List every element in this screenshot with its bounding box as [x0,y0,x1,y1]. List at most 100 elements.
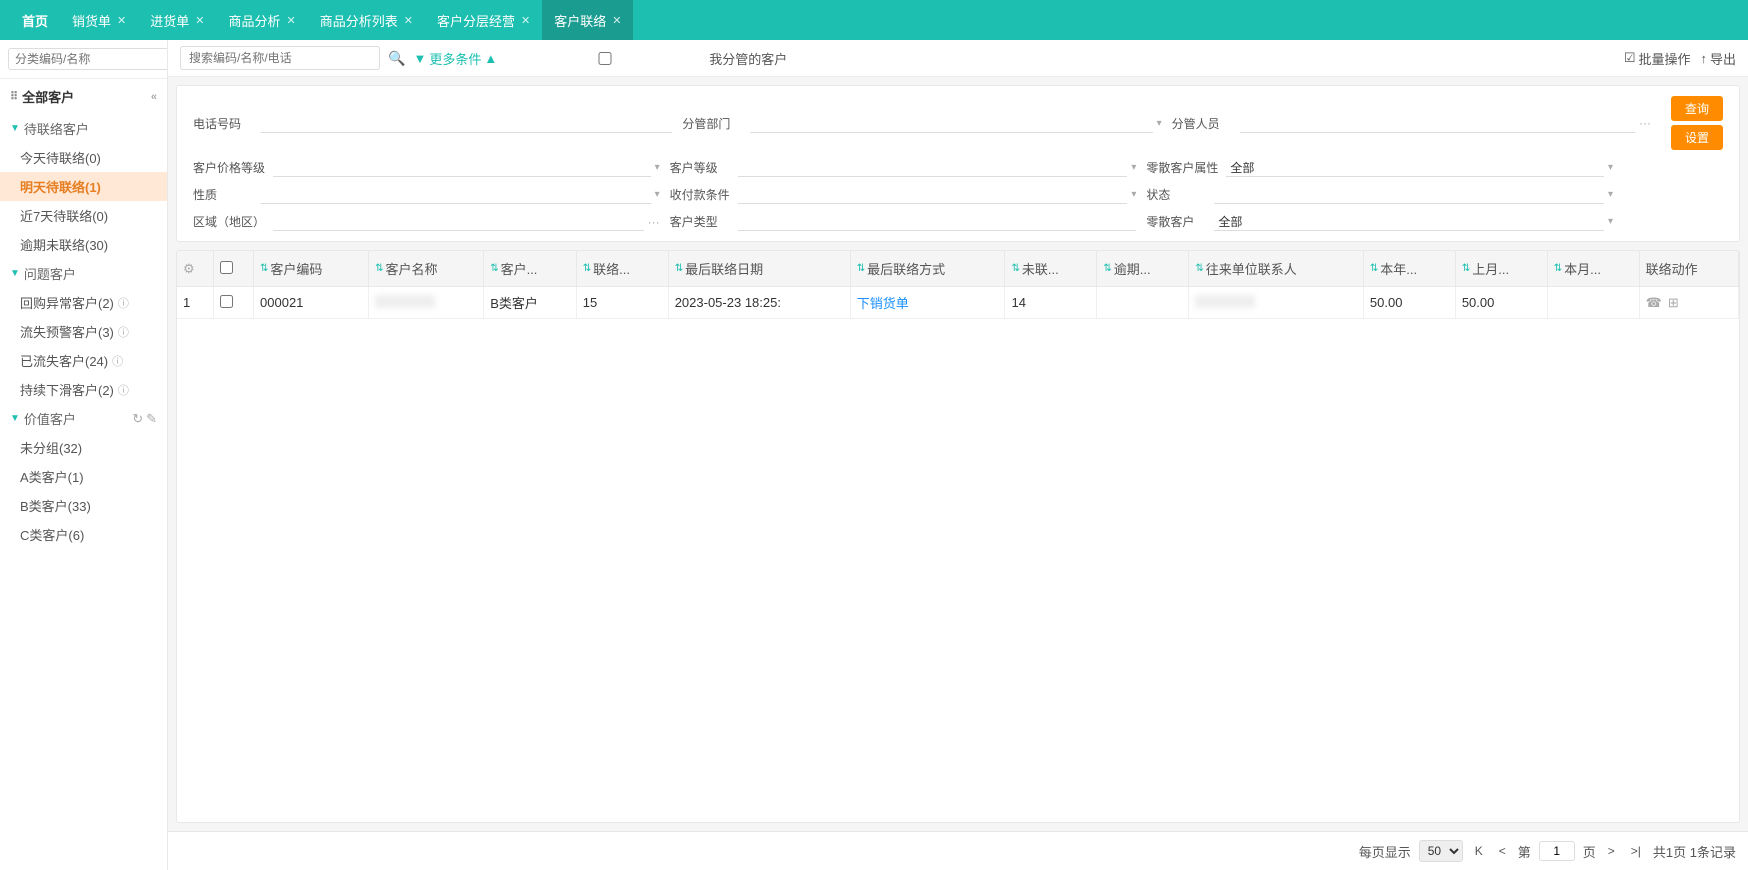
th-not-contact: ⇅ 未联... [1005,251,1097,287]
sidebar-item-week7[interactable]: 近7天待联络(0) [0,201,167,230]
all-customers-header[interactable]: ⠿ 全部客户 « [0,79,167,114]
sort-icon-not-contact[interactable]: ⇅ [1011,263,1019,274]
last-page-button[interactable]: >| [1627,842,1645,860]
sort-icon-last-month[interactable]: ⇅ [1462,263,1470,274]
customer-level-input[interactable] [738,158,1128,177]
settings-button[interactable]: 设置 [1671,125,1723,150]
sort-icon-this-month[interactable]: ⇅ [1554,263,1562,274]
search-input[interactable] [180,46,380,70]
my-customers-checkbox[interactable] [505,52,705,65]
sidebar-item-lost-risk[interactable]: 流失预警客户(3) ⓘ [0,317,167,346]
nav-purchase[interactable]: 进货单 ✕ [138,0,216,40]
nav-analysis-close-icon[interactable]: ✕ [287,14,296,27]
td-last-date: 2023-05-23 18:25: [668,287,850,319]
retail-customer-dropdown-icon[interactable]: ▾ [1608,216,1613,227]
page-size-select[interactable]: 50 [1419,840,1463,862]
sidebar-item-lost[interactable]: 已流失客户(24) ⓘ [0,346,167,375]
customer-level-dropdown-icon[interactable]: ▾ [1131,162,1136,173]
nav-customer-segment[interactable]: 客户分层经营 ✕ [425,0,542,40]
td-contact: 15 [576,287,668,319]
region-input[interactable] [273,212,644,231]
filter-row-4: 区域（地区） ··· 客户类型 零散客户 ▾ [193,212,1723,231]
sidebar-item-continuous-down[interactable]: 持续下滑客户(2) ⓘ [0,375,167,404]
retail-customer-input[interactable] [1214,212,1604,231]
td-actions: ☎ ⊞ [1639,287,1738,319]
sort-icon-last-date[interactable]: ⇅ [675,263,683,274]
edit-icon[interactable]: ✎ [146,411,157,427]
sort-icon-overdue[interactable]: ⇅ [1103,263,1111,274]
td-this-month [1547,287,1639,319]
sidebar-item-class-c[interactable]: C类客户(6) [0,520,167,549]
payment-input[interactable] [738,185,1128,204]
sidebar-item-repurchase[interactable]: 回购异常客户(2) ⓘ [0,288,167,317]
nav-analysis[interactable]: 商品分析 ✕ [216,0,307,40]
person-ellipsis-icon[interactable]: ··· [1639,116,1651,130]
nature-dropdown-icon[interactable]: ▾ [655,189,660,200]
page-number-input[interactable] [1539,841,1575,861]
first-page-button[interactable]: K [1471,842,1487,860]
table-settings-button[interactable]: ⚙ [183,261,195,277]
batch-operation-button[interactable]: ☑ 批量操作 [1624,49,1691,68]
price-level-dropdown-icon[interactable]: ▾ [655,162,660,173]
dept-input[interactable] [750,114,1152,133]
sidebar-item-overdue[interactable]: 逾期未联络(30) [0,230,167,259]
toolbar: 🔍 ▼ 更多条件 ▲ 我分管的客户 ☑ 批量操作 ↑ 导出 [168,40,1748,77]
sidebar-item-tomorrow[interactable]: 明天待联络(1) [0,172,167,201]
nav-purchase-close-icon[interactable]: ✕ [195,14,204,27]
my-customers-checkbox-label[interactable]: 我分管的客户 [505,49,787,68]
sidebar-item-unclassified[interactable]: 未分组(32) [0,433,167,462]
next-page-button[interactable]: > [1604,842,1619,860]
sort-icon-name[interactable]: ⇅ [375,263,383,274]
sort-icon-contact[interactable]: ⇅ [583,263,591,274]
filter-button[interactable]: ▼ 更多条件 ▲ [413,49,497,68]
pending-group-label: ▼ 待联络客户 [0,114,167,143]
dept-dropdown-icon[interactable]: ▾ [1157,118,1162,129]
price-level-input[interactable] [273,158,651,177]
nav-segment-close-icon[interactable]: ✕ [521,14,530,27]
sort-icon-this-year[interactable]: ⇅ [1370,263,1378,274]
refresh-icon[interactable]: ↻ [132,411,143,427]
sidebar-item-class-a[interactable]: A类客户(1) [0,462,167,491]
last-contact-method-link[interactable]: 下销货单 [857,296,909,311]
sidebar-item-class-b[interactable]: B类客户(33) [0,491,167,520]
nav-sales[interactable]: 销货单 ✕ [60,0,138,40]
value-triangle-icon: ▼ [10,413,20,424]
filter-chevron-icon: ▲ [484,51,497,66]
td-unit-contact: contact [1189,287,1364,319]
nav-home[interactable]: 首页 [10,0,60,40]
nav-customer-contact[interactable]: 客户联络 ✕ [542,0,633,40]
query-button[interactable]: 查询 [1671,96,1723,121]
td-type: B类客户 [484,287,577,319]
nav-contact-close-icon[interactable]: ✕ [612,14,621,27]
row-checkbox[interactable] [220,295,233,308]
sort-icon-unit[interactable]: ⇅ [1195,263,1203,274]
nav-analysis-list-close-icon[interactable]: ✕ [404,14,413,27]
nav-sales-close-icon[interactable]: ✕ [117,14,126,27]
row-action-qr-icon[interactable]: ⊞ [1668,295,1679,311]
prev-page-button[interactable]: < [1495,842,1510,860]
phone-field: 电话号码 [193,114,672,133]
nature-input[interactable] [261,185,651,204]
person-input[interactable] [1240,114,1635,133]
select-all-checkbox[interactable] [220,261,233,274]
status-dropdown-icon[interactable]: ▾ [1608,189,1613,200]
status-input[interactable] [1214,185,1604,204]
nav-analysis-list[interactable]: 商品分析列表 ✕ [308,0,425,40]
row-action-phone-icon[interactable]: ☎ [1646,295,1662,311]
customer-type-input[interactable] [738,212,1137,231]
th-this-year: ⇅ 本年... [1363,251,1455,287]
retail-attr-dropdown-icon[interactable]: ▾ [1608,162,1613,173]
collapse-icon[interactable]: « [151,91,157,103]
sidebar-search-input[interactable] [8,48,168,70]
payment-dropdown-icon[interactable]: ▾ [1131,189,1136,200]
sidebar-item-today[interactable]: 今天待联络(0) [0,143,167,172]
sort-icon-code[interactable]: ⇅ [260,263,268,274]
export-button[interactable]: ↑ 导出 [1700,49,1736,68]
sort-icon-last-method[interactable]: ⇅ [857,263,865,274]
sort-icon-type[interactable]: ⇅ [490,263,498,274]
info-icon-lost-risk: ⓘ [118,324,129,340]
region-ellipsis-icon[interactable]: ··· [648,215,660,229]
retail-attr-input[interactable] [1226,158,1604,177]
phone-input[interactable] [261,114,672,133]
search-button[interactable]: 🔍 [388,50,405,67]
